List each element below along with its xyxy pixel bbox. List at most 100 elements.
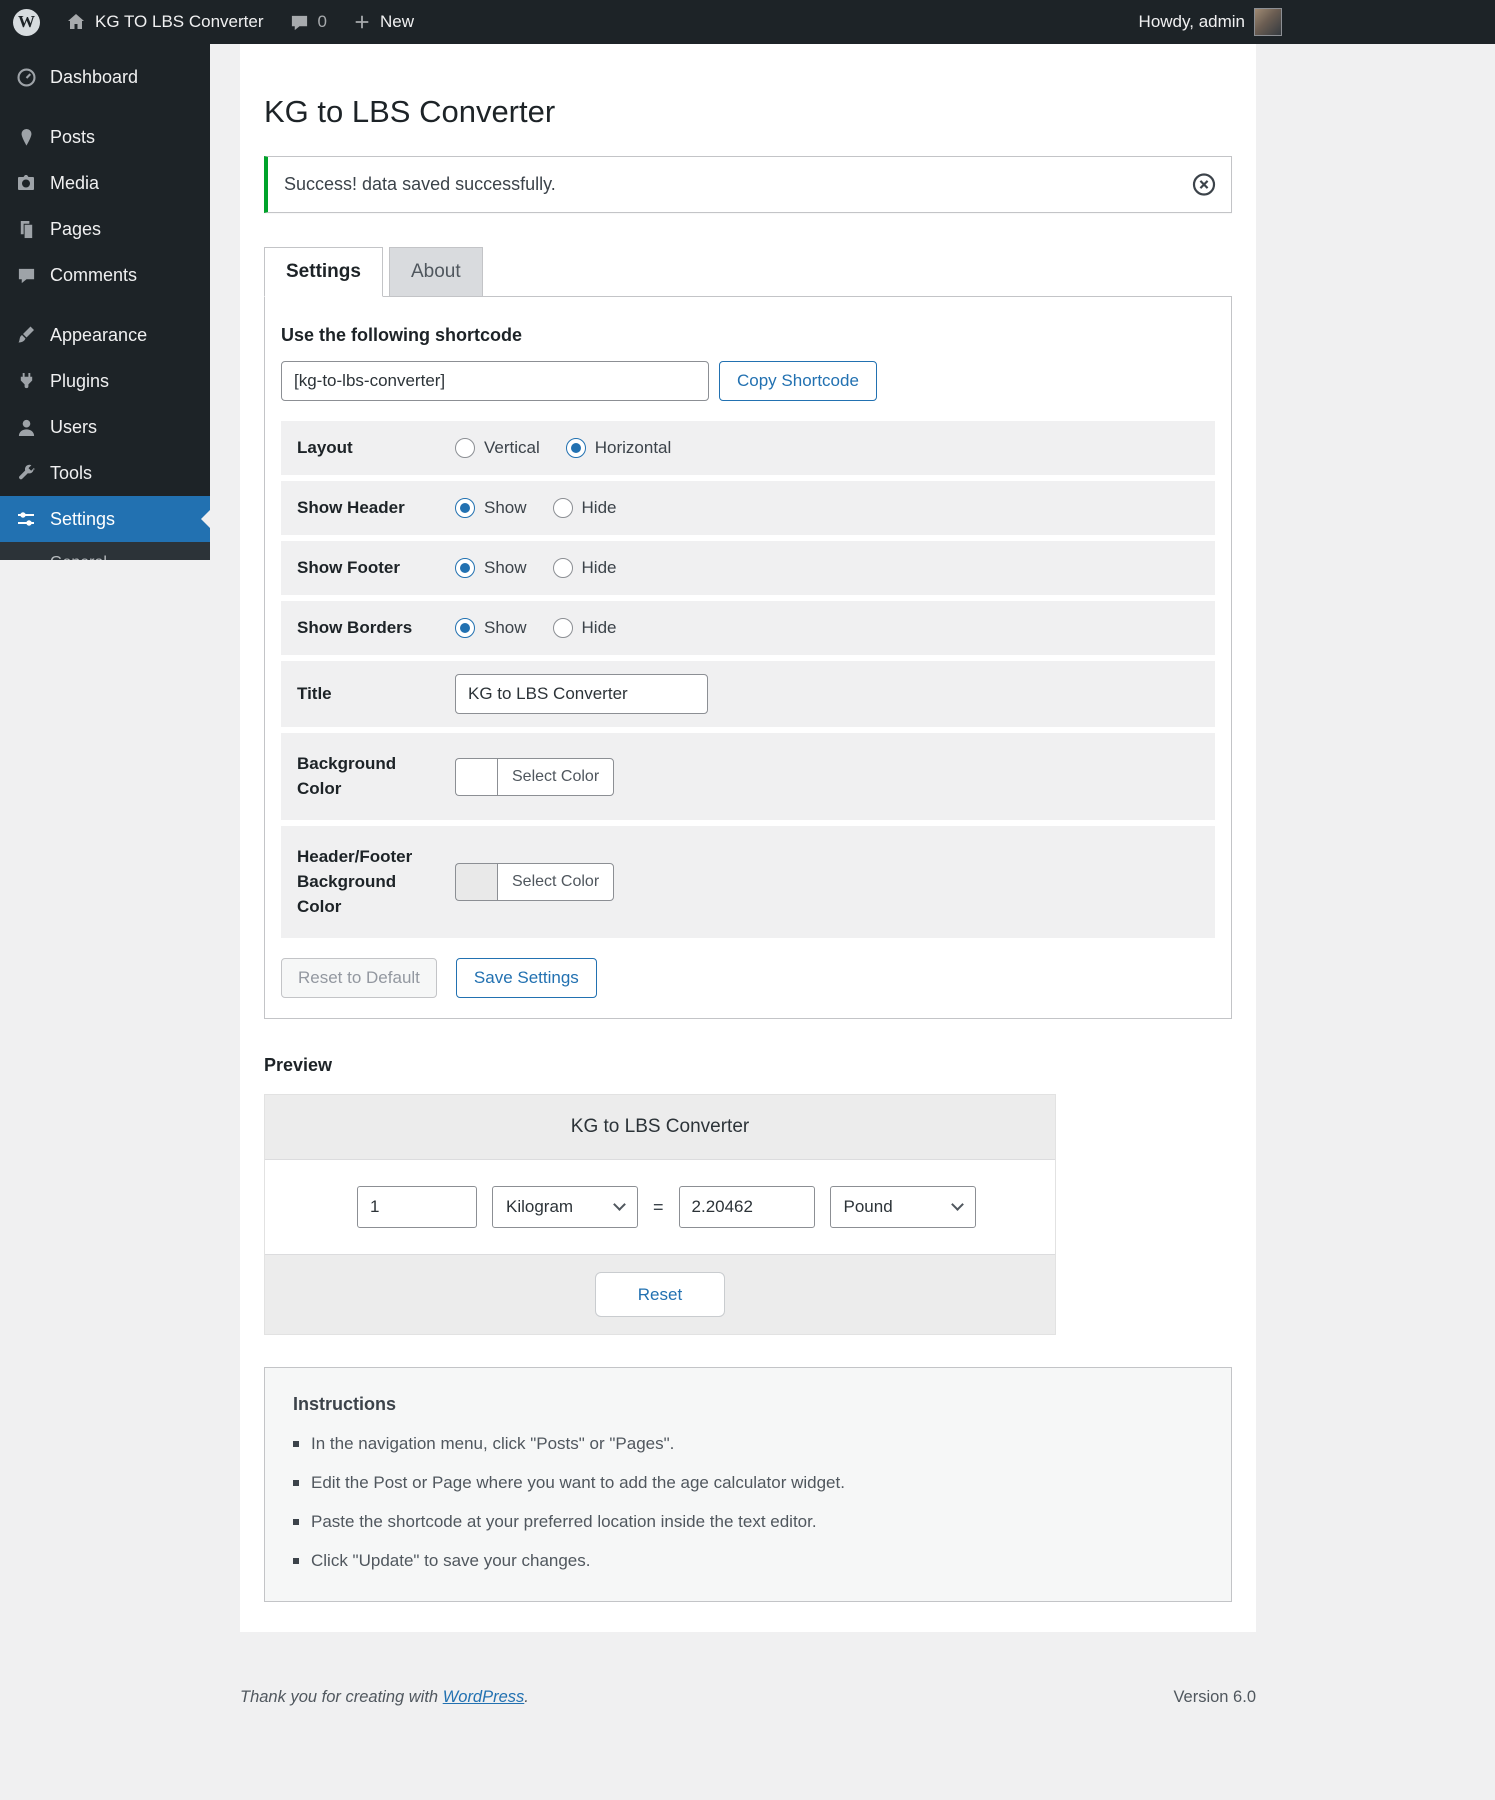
sidebar-item-media[interactable]: Media <box>0 160 210 206</box>
site-name-label: KG TO LBS Converter <box>95 12 264 31</box>
sidebar-item-label: Dashboard <box>50 67 139 87</box>
row-label: Show Borders <box>297 617 413 637</box>
to-unit-value: Pound <box>843 1197 893 1217</box>
account-menu[interactable]: Howdy, admin <box>1126 0 1295 44</box>
save-settings-button[interactable]: Save Settings <box>455 958 597 999</box>
shortcode-input[interactable] <box>281 361 709 401</box>
radio-header-hide[interactable]: Hide <box>552 498 617 518</box>
sidebar-item-appearance[interactable]: Appearance <box>0 312 210 358</box>
comments-menu[interactable]: 0 <box>277 0 340 44</box>
users-icon <box>13 415 39 439</box>
site-name-menu[interactable]: KG TO LBS Converter <box>53 0 277 44</box>
instruction-item: Click "Update" to save your changes. <box>293 1551 1203 1571</box>
kg-value-input[interactable] <box>357 1186 477 1229</box>
instruction-text: Click "Update" to save your changes. <box>311 1551 591 1571</box>
sidebar-item-label: Media <box>50 173 100 193</box>
radio-header-show[interactable]: Show <box>455 498 527 518</box>
menu-separator <box>0 100 210 114</box>
shortcode-label: Use the following shortcode <box>281 325 523 345</box>
row-label: Background Color <box>297 754 397 798</box>
sidebar-item-label: Pages <box>50 219 102 239</box>
wordpress-link[interactable]: WordPress <box>443 1688 525 1706</box>
chevron-down-icon <box>950 1198 964 1212</box>
close-circle-icon <box>1192 172 1216 197</box>
version-label: Version 6.0 <box>1173 1688 1256 1707</box>
menu-separator <box>0 298 210 312</box>
sidebar-item-label: Comments <box>50 265 138 285</box>
from-unit-select[interactable]: Kilogram <box>492 1186 638 1229</box>
new-content-menu[interactable]: New <box>340 0 427 44</box>
color-swatch[interactable] <box>455 757 497 796</box>
radio-footer-show[interactable]: Show <box>455 558 527 578</box>
preview-heading: Preview <box>264 1055 333 1076</box>
select-header-footer-color-button[interactable]: Select Color <box>497 863 615 902</box>
tab-settings[interactable]: Settings <box>264 247 383 297</box>
radio-label: Show <box>484 558 527 577</box>
sidebar-submenu-label: General <box>50 554 107 560</box>
plus-icon <box>353 13 371 31</box>
radio-label: Vertical <box>484 438 540 457</box>
radio-icon <box>455 438 475 458</box>
instructions-box: Instructions In the navigation menu, cli… <box>264 1367 1232 1603</box>
tools-icon <box>13 461 39 485</box>
radio-layout-vertical[interactable]: Vertical <box>455 438 540 458</box>
radio-label: Show <box>484 498 527 517</box>
sidebar-item-dashboard[interactable]: Dashboard <box>0 54 210 100</box>
footer-thankyou: Thank you for creating with WordPress. <box>240 1688 529 1707</box>
to-unit-select[interactable]: Pound <box>829 1186 976 1229</box>
radio-icon <box>552 498 573 518</box>
footer-period: . <box>524 1688 529 1707</box>
comments-count: 0 <box>317 12 327 31</box>
form-row-title: Title <box>281 661 1215 727</box>
dismiss-notice-button[interactable] <box>1192 172 1217 197</box>
form-row-show-footer: Show Footer Show Hide <box>281 541 1215 595</box>
page-title: KG to LBS Converter <box>264 94 556 129</box>
radio-borders-hide[interactable]: Hide <box>552 618 617 638</box>
success-notice: Success! data saved successfully. <box>264 156 1232 213</box>
color-swatch[interactable] <box>455 863 497 902</box>
select-background-color-button[interactable]: Select Color <box>497 757 615 796</box>
sidebar-item-label: Users <box>50 417 98 437</box>
row-label: Header/Footer Background Color <box>297 847 413 916</box>
title-input[interactable] <box>455 674 708 714</box>
sidebar-item-plugins[interactable]: Plugins <box>0 358 210 404</box>
radio-footer-hide[interactable]: Hide <box>552 558 617 578</box>
radio-borders-show[interactable]: Show <box>455 618 527 638</box>
form-row-header-footer-color: Header/Footer Background Color Select Co… <box>281 826 1215 939</box>
lbs-result-input[interactable] <box>678 1186 815 1229</box>
chevron-down-icon <box>613 1198 626 1212</box>
preview-widget-title: KG to LBS Converter <box>265 1095 1055 1161</box>
settings-rows: Layout Vertical Horizontal Show Header S… <box>281 421 1215 939</box>
tab-about[interactable]: About <box>388 247 483 297</box>
sidebar-item-posts[interactable]: Posts <box>0 114 210 160</box>
sidebar-item-settings[interactable]: Settings <box>0 496 210 542</box>
copy-shortcode-button[interactable]: Copy Shortcode <box>719 361 877 401</box>
form-actions: Reset to Default Save Settings <box>281 958 1215 999</box>
admin-content: KG to LBS Converter Success! data saved … <box>210 44 1495 1707</box>
sidebar-submenu-partial[interactable]: General <box>0 542 210 560</box>
admin-sidebar: Dashboard Posts Media Pages Comments App… <box>0 44 210 560</box>
instruction-item: In the navigation menu, click "Posts" or… <box>293 1434 1203 1454</box>
sidebar-item-label: Posts <box>50 127 96 147</box>
sidebar-item-label: Tools <box>50 463 93 483</box>
sidebar-item-pages[interactable]: Pages <box>0 206 210 252</box>
sidebar-item-comments[interactable]: Comments <box>0 252 210 298</box>
row-label: Layout <box>297 437 353 457</box>
square-bullet-icon <box>293 1519 299 1526</box>
preview-reset-button[interactable]: Reset <box>595 1272 725 1318</box>
instruction-text: In the navigation menu, click "Posts" or… <box>311 1434 675 1454</box>
instructions-title: Instructions <box>293 1394 397 1415</box>
admin-footer: Thank you for creating with WordPress. V… <box>240 1688 1256 1707</box>
sidebar-item-users[interactable]: Users <box>0 404 210 450</box>
sidebar-item-label: Appearance <box>50 325 148 345</box>
square-bullet-icon <box>293 1480 299 1487</box>
settings-panel: Use the following shortcode Copy Shortco… <box>264 296 1232 1020</box>
wordpress-logo-menu[interactable]: W <box>0 0 53 44</box>
settings-icon <box>13 507 39 531</box>
form-row-background-color: Background Color Select Color <box>281 733 1215 821</box>
reset-to-default-button[interactable]: Reset to Default <box>281 958 437 999</box>
sidebar-item-tools[interactable]: Tools <box>0 450 210 496</box>
radio-layout-horizontal[interactable]: Horizontal <box>565 438 672 458</box>
radio-label: Horizontal <box>594 438 672 457</box>
header-footer-color-picker: Select Color <box>455 863 615 902</box>
